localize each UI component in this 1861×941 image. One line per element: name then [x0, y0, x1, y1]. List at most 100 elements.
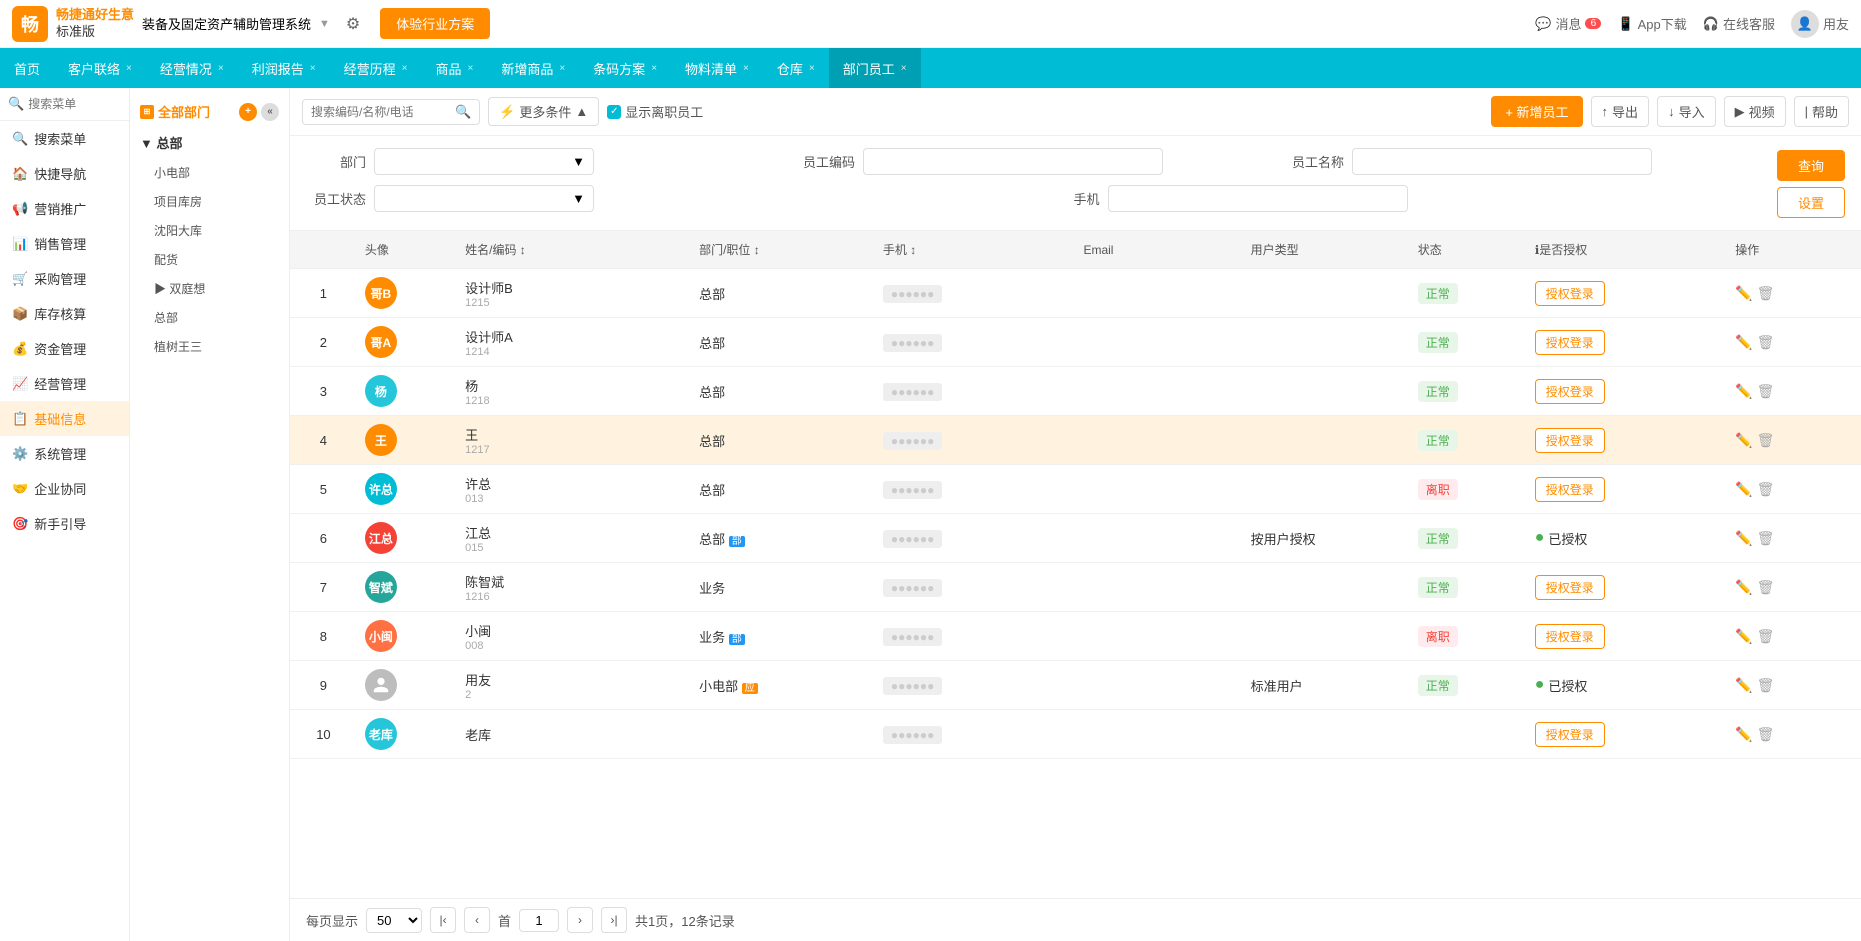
nav-item-仓库[interactable]: 仓库× [763, 48, 829, 88]
online-service-btn[interactable]: 🎧 在线客服 [1703, 14, 1775, 33]
sidebar-item-基础信息[interactable]: 📋基础信息 [0, 401, 129, 436]
dept-select[interactable]: ▼ [374, 148, 594, 175]
nav-close-利润报告[interactable]: × [310, 63, 316, 74]
search-box[interactable]: 🔍 [302, 99, 480, 125]
delete-icon-4[interactable]: 🗑 [1757, 481, 1775, 497]
nav-item-经营历程[interactable]: 经营历程× [330, 48, 422, 88]
auth-login-button-7[interactable]: 授权登录 [1535, 624, 1605, 649]
nav-close-仓库[interactable]: × [809, 63, 815, 74]
delete-icon-7[interactable]: 🗑 [1757, 628, 1775, 644]
user-area[interactable]: 👤 用友 [1791, 10, 1849, 38]
nav-item-经营情况[interactable]: 经营情况× [146, 48, 238, 88]
dept-tree-item-7[interactable]: 植树王三 [130, 332, 289, 361]
edit-icon-4[interactable]: ✏️ [1735, 481, 1752, 497]
auth-login-button-3[interactable]: 授权登录 [1535, 428, 1605, 453]
sidebar-item-资金管理[interactable]: 💰资金管理 [0, 331, 129, 366]
nav-close-物料清单[interactable]: × [743, 63, 749, 74]
delete-icon-6[interactable]: 🗑 [1757, 579, 1775, 595]
sidebar-item-销售管理[interactable]: 📊销售管理 [0, 226, 129, 261]
gear-icon[interactable]: ⚙ [346, 14, 360, 34]
page-number-input[interactable] [519, 909, 559, 932]
sidebar-item-营销推广[interactable]: 📢营销推广 [0, 191, 129, 226]
help-btn[interactable]: | 帮助 [1794, 96, 1849, 127]
dept-tree-item-6[interactable]: 总部 [130, 303, 289, 332]
sidebar-item-搜索菜单[interactable]: 🔍搜索菜单 [0, 121, 129, 156]
delete-icon-9[interactable]: 🗑 [1757, 726, 1775, 742]
dept-add-btn[interactable]: + [239, 103, 257, 121]
edit-icon-7[interactable]: ✏️ [1735, 628, 1752, 644]
delete-icon-1[interactable]: 🗑 [1757, 334, 1775, 350]
add-employee-button[interactable]: + 新增员工 [1491, 96, 1582, 127]
edit-icon-5[interactable]: ✏️ [1735, 530, 1752, 546]
nav-item-客户联络[interactable]: 客户联络× [54, 48, 146, 88]
empname-input[interactable] [1352, 148, 1652, 175]
import-btn[interactable]: ↓ 导入 [1657, 96, 1716, 127]
nav-item-商品[interactable]: 商品× [421, 48, 487, 88]
sidebar-item-采购管理[interactable]: 🛒采购管理 [0, 261, 129, 296]
edit-icon-6[interactable]: ✏️ [1735, 579, 1752, 595]
phone-input[interactable] [1108, 185, 1408, 212]
edit-icon-0[interactable]: ✏️ [1735, 285, 1752, 301]
delete-icon-8[interactable]: 🗑 [1757, 677, 1775, 693]
edit-icon-2[interactable]: ✏️ [1735, 383, 1752, 399]
page-size-select[interactable]: 50 100 [366, 908, 422, 933]
nav-close-部门员工[interactable]: × [901, 63, 907, 74]
auth-login-button-4[interactable]: 授权登录 [1535, 477, 1605, 502]
auth-login-button-9[interactable]: 授权登录 [1535, 722, 1605, 747]
nav-close-新增商品[interactable]: × [559, 63, 565, 74]
first-page-btn[interactable]: |‹ [430, 907, 456, 933]
dept-tree-item-3[interactable]: 沈阳大库 [130, 216, 289, 245]
export-btn[interactable]: ↑ 导出 [1591, 96, 1650, 127]
search-input[interactable] [311, 105, 451, 119]
nav-item-新增商品[interactable]: 新增商品× [487, 48, 579, 88]
sidebar-item-库存核算[interactable]: 📦库存核算 [0, 296, 129, 331]
system-dropdown-arrow[interactable]: ▼ [319, 18, 330, 30]
delete-icon-0[interactable]: 🗑 [1757, 285, 1775, 301]
prev-page-btn[interactable]: ‹ [464, 907, 490, 933]
sidebar-item-企业协同[interactable]: 🤝企业协同 [0, 471, 129, 506]
nav-item-首页[interactable]: 首页 [0, 48, 54, 88]
auth-login-button-6[interactable]: 授权登录 [1535, 575, 1605, 600]
trial-button[interactable]: 体验行业方案 [380, 8, 490, 39]
search-button[interactable]: 查询 [1777, 150, 1845, 181]
nav-item-条码方案[interactable]: 条码方案× [579, 48, 671, 88]
delete-icon-5[interactable]: 🗑 [1757, 530, 1775, 546]
nav-item-部门员工[interactable]: 部门员工× [829, 48, 921, 88]
nav-item-利润报告[interactable]: 利润报告× [238, 48, 330, 88]
sidebar-search-input[interactable] [28, 97, 121, 111]
edit-icon-1[interactable]: ✏️ [1735, 334, 1752, 350]
delete-icon-3[interactable]: 🗑 [1757, 432, 1775, 448]
nav-close-经营情况[interactable]: × [218, 63, 224, 74]
auth-login-button-1[interactable]: 授权登录 [1535, 330, 1605, 355]
messages-btn[interactable]: 💬 消息 6 [1535, 14, 1601, 33]
dept-tree-item-0[interactable]: ▼ 总部 [130, 127, 289, 158]
sidebar-item-经营管理[interactable]: 📈经营管理 [0, 366, 129, 401]
sidebar-item-快捷导航[interactable]: 🏠快捷导航 [0, 156, 129, 191]
last-page-btn[interactable]: ›| [601, 907, 627, 933]
sidebar-search[interactable]: 🔍 [0, 88, 129, 121]
dept-collapse-btn[interactable]: « [261, 103, 279, 121]
set-button[interactable]: 设置 [1777, 187, 1845, 218]
dept-tree-item-4[interactable]: 配货 [130, 245, 289, 274]
next-page-btn[interactable]: › [567, 907, 593, 933]
app-download-btn[interactable]: 📱 App下载 [1617, 14, 1686, 33]
empcode-input[interactable] [863, 148, 1163, 175]
nav-close-条码方案[interactable]: × [651, 63, 657, 74]
nav-close-客户联络[interactable]: × [126, 63, 132, 74]
empstatus-select[interactable]: ▼ [374, 185, 594, 212]
edit-icon-9[interactable]: ✏️ [1735, 726, 1752, 742]
edit-icon-3[interactable]: ✏️ [1735, 432, 1752, 448]
sidebar-item-系统管理[interactable]: ⚙️系统管理 [0, 436, 129, 471]
dept-tree-item-1[interactable]: 小电部 [130, 158, 289, 187]
nav-close-商品[interactable]: × [467, 63, 473, 74]
dept-tree-item-5[interactable]: ▶ 双庭想 [130, 274, 289, 303]
show-resigned-toggle[interactable]: ✓ 显示离职员工 [607, 102, 703, 121]
auth-login-button-2[interactable]: 授权登录 [1535, 379, 1605, 404]
dept-tree-item-2[interactable]: 项目库房 [130, 187, 289, 216]
nav-close-经营历程[interactable]: × [402, 63, 408, 74]
view-btn[interactable]: ▶ 视频 [1724, 96, 1786, 127]
auth-login-button-0[interactable]: 授权登录 [1535, 281, 1605, 306]
sidebar-item-新手引导[interactable]: 🎯新手引导 [0, 506, 129, 541]
nav-item-物料清单[interactable]: 物料清单× [671, 48, 763, 88]
filter-btn[interactable]: ⚡ 更多条件 ▲ [488, 97, 599, 126]
